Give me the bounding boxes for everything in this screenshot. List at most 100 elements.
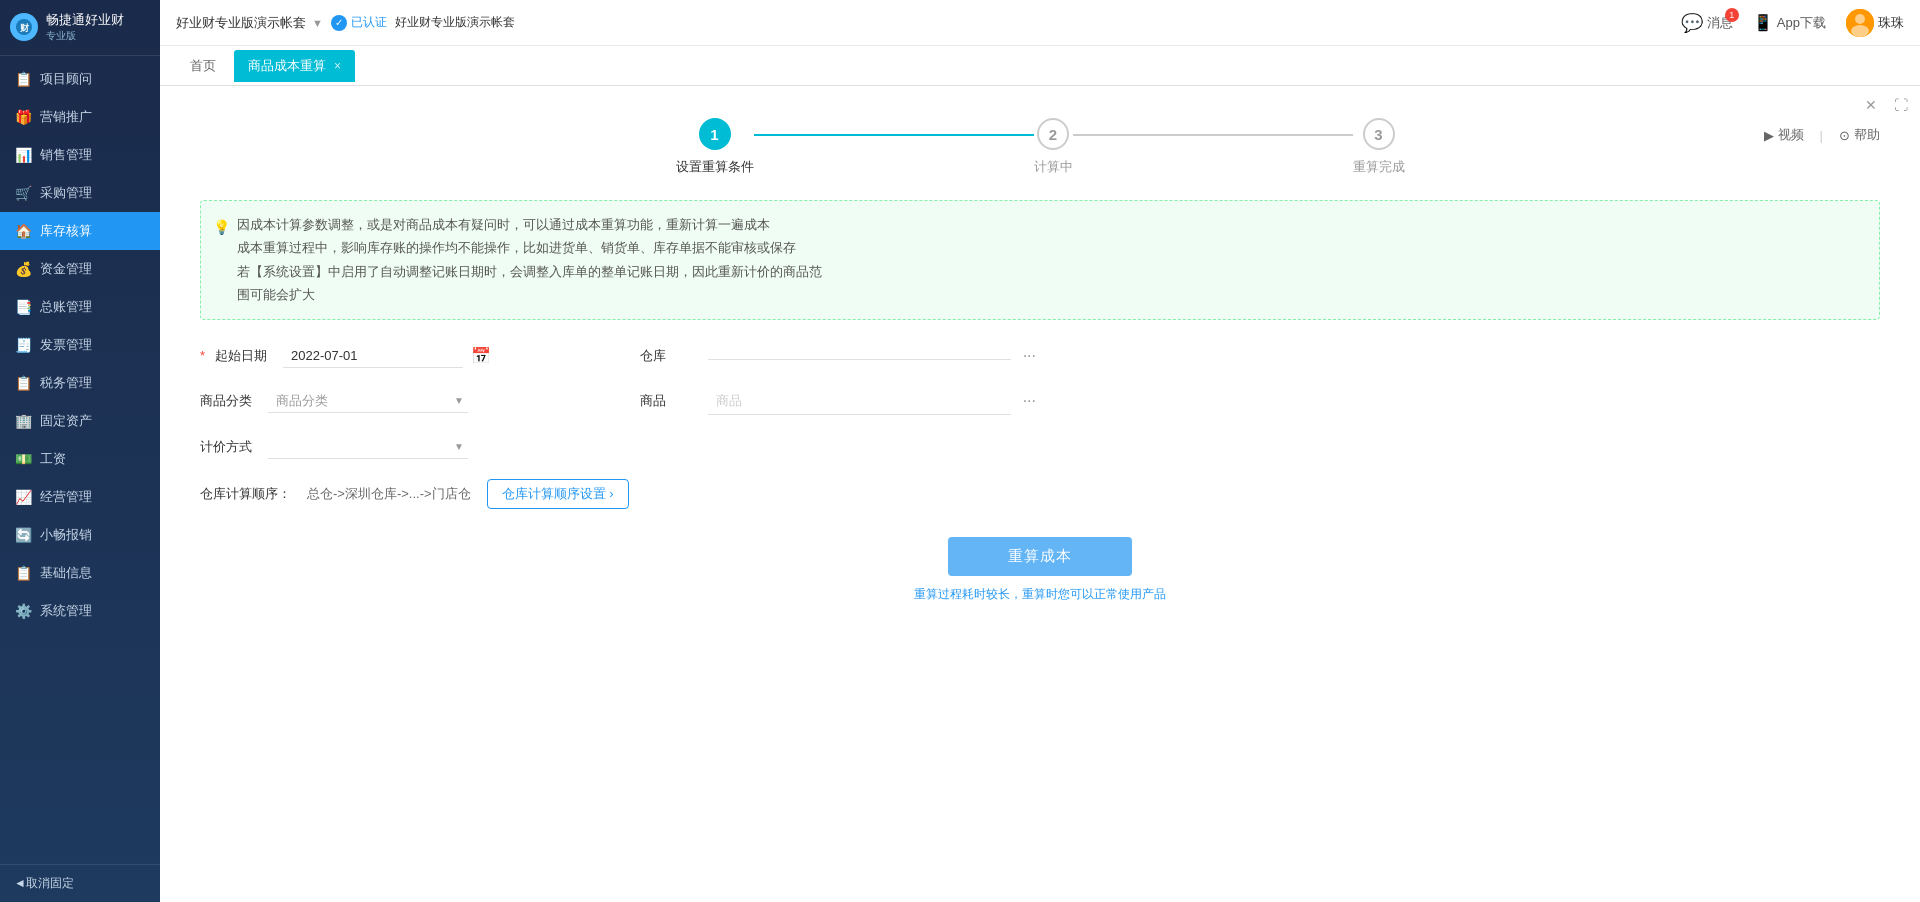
- step-2-circle: 2: [1037, 118, 1069, 150]
- warehouse-order-settings-button[interactable]: 仓库计算顺序设置 ›: [487, 479, 629, 509]
- topbar: 好业财专业版演示帐套 ▼ ✓ 已认证 好业财专业版演示帐套 💬 消息 1 📱 A…: [160, 0, 1920, 46]
- sidebar-item-label: 库存核算: [40, 222, 92, 240]
- user-profile[interactable]: 珠珠: [1846, 9, 1904, 37]
- project-icon: 📋: [14, 70, 32, 88]
- phone-icon: 📱: [1753, 13, 1773, 32]
- account-name: 好业财专业版演示帐套: [176, 14, 306, 32]
- pricing-select[interactable]: [268, 435, 468, 458]
- sidebar-item-expense[interactable]: 🔄 小畅报销: [0, 516, 160, 554]
- topbar-right: 💬 消息 1 📱 App下载 珠珠: [1681, 9, 1904, 37]
- info-box: 💡 因成本计算参数调整，或是对商品成本有疑问时，可以通过成本重算功能，重新计算一…: [200, 200, 1880, 320]
- sidebar-item-accounting[interactable]: 📑 总账管理: [0, 288, 160, 326]
- tab-home-label: 首页: [190, 57, 216, 75]
- marketing-icon: 🎁: [14, 108, 32, 126]
- recalc-section: 重算成本 重算过程耗时较长，重算时您可以正常使用产品: [200, 537, 1880, 603]
- video-label: 视频: [1778, 126, 1804, 144]
- category-group: 商品分类 商品分类 ▼: [200, 389, 600, 413]
- sidebar-item-sales[interactable]: 📊 销售管理: [0, 136, 160, 174]
- salary-icon: 💵: [14, 450, 32, 468]
- recalc-button[interactable]: 重算成本: [948, 537, 1132, 576]
- warehouse-order-label: 仓库计算顺序：: [200, 485, 291, 503]
- sidebar-item-label: 营销推广: [40, 108, 92, 126]
- logo-text-block: 畅捷通好业财 专业版: [46, 12, 124, 43]
- finance-icon: 💰: [14, 260, 32, 278]
- svg-point-3: [1855, 14, 1865, 24]
- sales-icon: 📊: [14, 146, 32, 164]
- info-line-1: 因成本计算参数调整，或是对商品成本有疑问时，可以通过成本重算功能，重新计算一遍成…: [237, 213, 1863, 236]
- tab-close-icon[interactable]: ×: [334, 59, 341, 73]
- warehouse-order-btn-label: 仓库计算顺序设置 ›: [502, 485, 614, 503]
- help-circle-icon: ⊙: [1839, 128, 1850, 143]
- user-name: 珠珠: [1878, 14, 1904, 32]
- category-select-wrapper: 商品分类 ▼: [268, 389, 468, 413]
- tab-cost-recalc[interactable]: 商品成本重算 ×: [234, 50, 355, 82]
- tab-home[interactable]: 首页: [176, 50, 230, 82]
- sidebar-item-finance[interactable]: 💰 资金管理: [0, 250, 160, 288]
- step-2-label: 计算中: [1034, 158, 1073, 176]
- message-button[interactable]: 💬 消息 1: [1681, 12, 1733, 34]
- sidebar-item-salary[interactable]: 💵 工资: [0, 440, 160, 478]
- app-download-button[interactable]: 📱 App下载: [1753, 13, 1826, 32]
- sidebar-item-label: 系统管理: [40, 602, 92, 620]
- step-1-circle: 1: [699, 118, 731, 150]
- svg-text:财: 财: [19, 23, 30, 33]
- step-1-num: 1: [710, 126, 718, 143]
- verified-badge: ✓ 已认证 好业财专业版演示帐套: [331, 14, 515, 31]
- content-area: ✕ ⛶ 1 设置重算条件 2 计算中 3: [160, 86, 1920, 902]
- app-name: 畅捷通好业财: [46, 12, 124, 29]
- step-1-label: 设置重算条件: [676, 158, 754, 176]
- form-row-2: 商品分类 商品分类 ▼ 商品 商品 ···: [200, 388, 1880, 415]
- sidebar-item-purchase[interactable]: 🛒 采购管理: [0, 174, 160, 212]
- sidebar-pin-toggle[interactable]: ◄取消固定: [0, 864, 160, 902]
- sidebar-logo: 财 畅捷通好业财 专业版: [0, 0, 160, 56]
- sidebar-item-inventory[interactable]: 🏠 库存核算: [0, 212, 160, 250]
- sidebar-item-marketing[interactable]: 🎁 营销推广: [0, 98, 160, 136]
- chevron-down-icon: ▼: [312, 17, 323, 29]
- form-row-1: * 起始日期 📅 仓库 ···: [200, 344, 1880, 368]
- sidebar-item-operations[interactable]: 📈 经营管理: [0, 478, 160, 516]
- maximize-window-button[interactable]: ⛶: [1890, 94, 1912, 116]
- sidebar-item-label: 销售管理: [40, 146, 92, 164]
- video-help-links: ▶ 视频 | ⊙ 帮助: [1764, 126, 1880, 144]
- start-date-group: * 起始日期 📅: [200, 344, 600, 368]
- category-label: 商品分类: [200, 392, 260, 410]
- pin-toggle-label: ◄取消固定: [14, 875, 74, 892]
- sidebar-item-project[interactable]: 📋 项目顾问: [0, 60, 160, 98]
- help-link[interactable]: ⊙ 帮助: [1839, 126, 1880, 144]
- sidebar-item-system[interactable]: ⚙️ 系统管理: [0, 592, 160, 630]
- close-window-button[interactable]: ✕: [1860, 94, 1882, 116]
- warehouse-more-button[interactable]: ···: [1019, 347, 1040, 365]
- message-count-badge: 1: [1725, 8, 1739, 22]
- warehouse-group: 仓库 ···: [640, 347, 1040, 365]
- sidebar-item-label: 小畅报销: [40, 526, 92, 544]
- sidebar-item-label: 总账管理: [40, 298, 92, 316]
- form-section: * 起始日期 📅 仓库 ··· 商品分类 商品分类: [200, 344, 1880, 603]
- category-select[interactable]: 商品分类: [268, 389, 468, 412]
- product-group: 商品 商品 ···: [640, 388, 1040, 415]
- divider: |: [1820, 126, 1823, 144]
- recalc-btn-label: 重算成本: [1008, 547, 1072, 564]
- sidebar-item-label: 基础信息: [40, 564, 92, 582]
- sidebar-item-basic[interactable]: 📋 基础信息: [0, 554, 160, 592]
- product-more-button[interactable]: ···: [1019, 392, 1040, 410]
- sidebar-item-tax[interactable]: 📋 税务管理: [0, 364, 160, 402]
- start-date-input[interactable]: [283, 344, 463, 368]
- sidebar-item-invoice[interactable]: 🧾 发票管理: [0, 326, 160, 364]
- steps-container: 1 设置重算条件 2 计算中 3 重算完成 ▶: [160, 86, 1920, 200]
- inventory-icon: 🏠: [14, 222, 32, 240]
- calendar-icon[interactable]: 📅: [471, 346, 491, 365]
- sidebar: 财 畅捷通好业财 专业版 📋 项目顾问 🎁 营销推广 📊 销售管理 🛒 采购管理…: [0, 0, 160, 902]
- account-selector[interactable]: 好业财专业版演示帐套 ▼: [176, 14, 323, 32]
- start-date-label: 起始日期: [215, 347, 275, 365]
- step-2: 2 计算中: [1034, 118, 1073, 176]
- sidebar-item-label: 资金管理: [40, 260, 92, 278]
- video-link[interactable]: ▶ 视频: [1764, 126, 1804, 144]
- step-2-num: 2: [1049, 126, 1057, 143]
- product-value: 商品: [708, 388, 1011, 415]
- sidebar-item-assets[interactable]: 🏢 固定资产: [0, 402, 160, 440]
- warehouse-order-value: 总仓->深圳仓库->...->门店仓: [307, 485, 471, 503]
- step-3-circle: 3: [1363, 118, 1395, 150]
- verified-text: 已认证: [351, 14, 387, 31]
- sidebar-item-label: 发票管理: [40, 336, 92, 354]
- pricing-label: 计价方式: [200, 438, 268, 456]
